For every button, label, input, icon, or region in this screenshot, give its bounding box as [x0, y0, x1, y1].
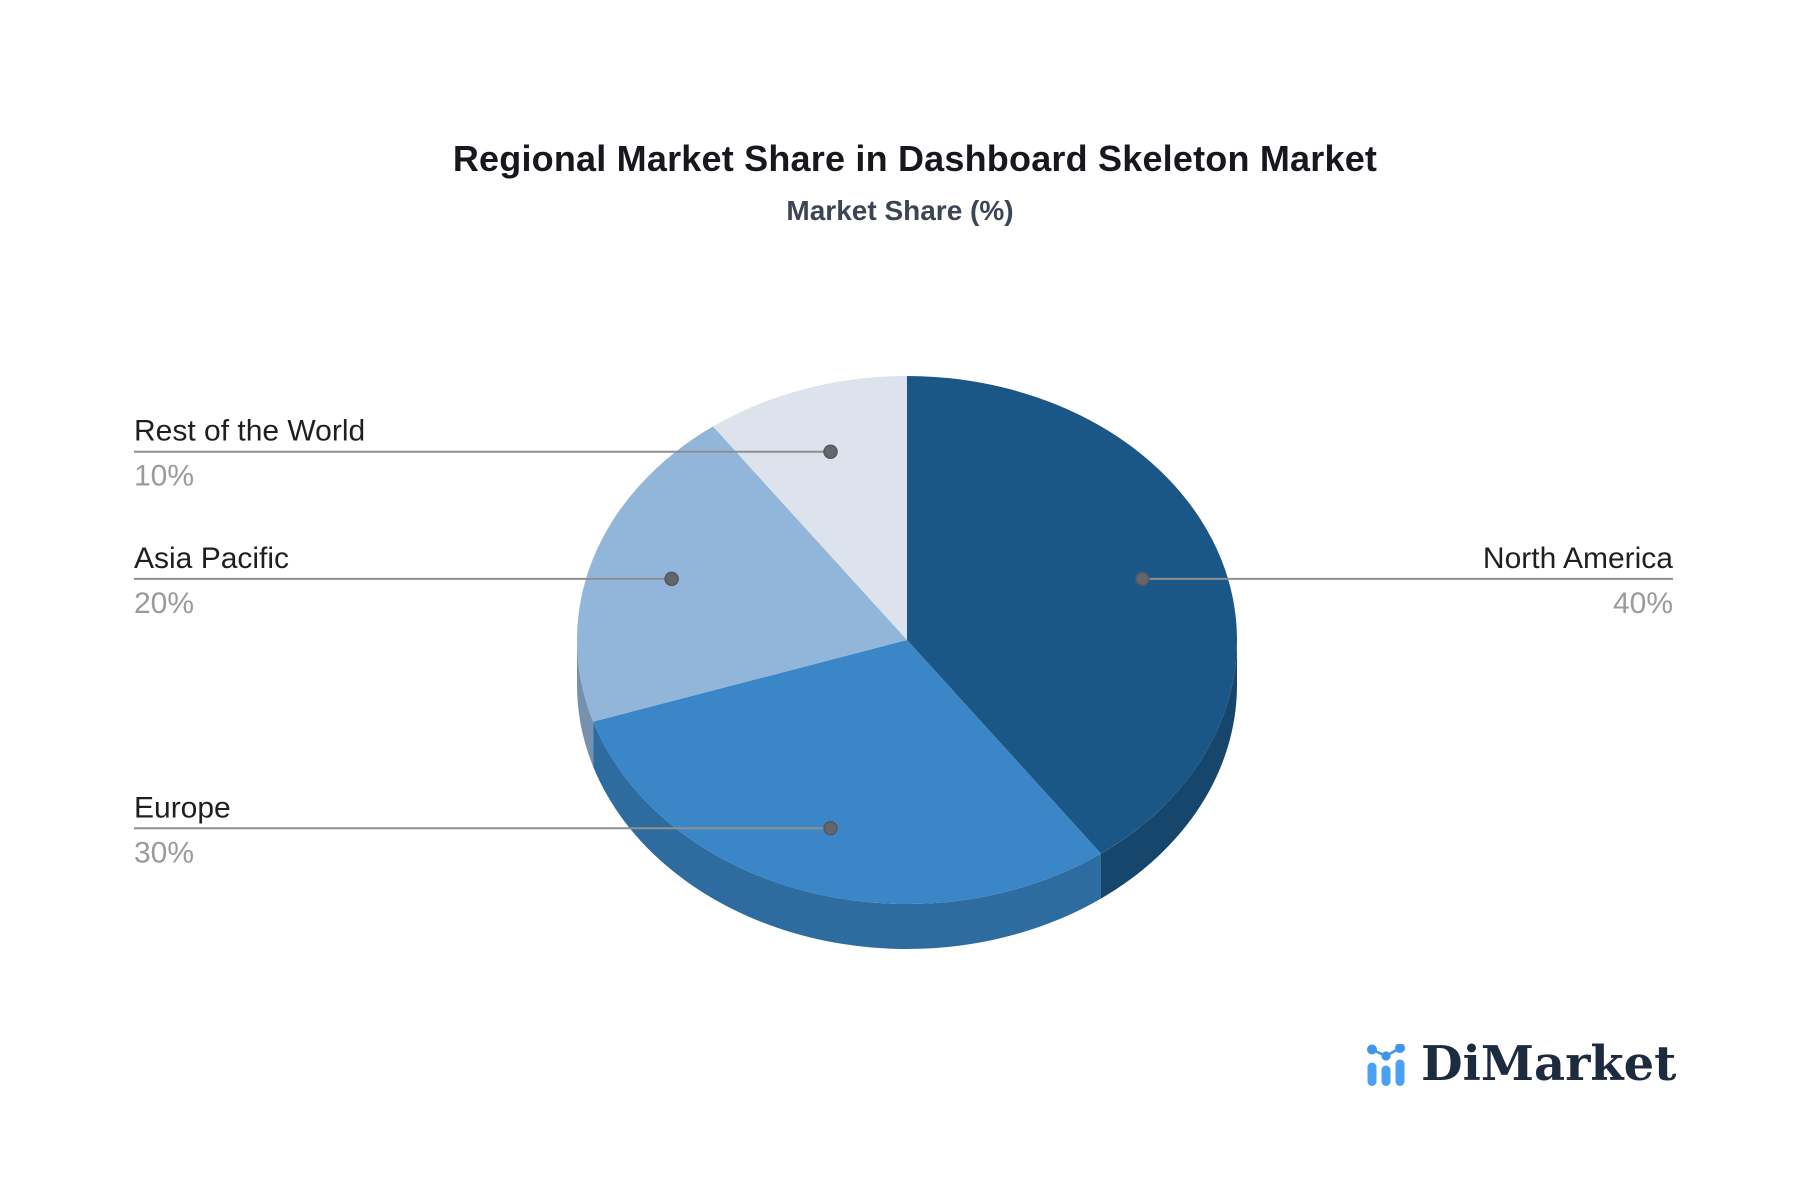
slice-name-label: Rest of the World [134, 415, 365, 448]
chart-page: Regional Market Share in Dashboard Skele… [0, 0, 1800, 1196]
slice-name-label: Asia Pacific [134, 542, 289, 575]
brand-logo: DiMarket [1367, 1040, 1676, 1088]
label-dot-europe [823, 821, 838, 836]
label-dot-rest-of-the-world [823, 444, 838, 459]
logo-dot [1367, 1044, 1377, 1055]
label-dot-asia-pacific [664, 571, 679, 587]
slice-name-label: Europe [134, 791, 231, 824]
logo-dot [1381, 1051, 1391, 1061]
logo-text: DiMarket [1421, 1036, 1677, 1092]
slice-value-label: 10% [134, 460, 194, 493]
logo-bar-middle [1381, 1065, 1391, 1086]
pie-slices [576, 376, 1238, 904]
slice-value-label: 20% [134, 587, 194, 620]
pie-chart: North America 40% Europe 30% Asia Pacific 20%… [134, 376, 1673, 949]
slice-value-label: 40% [1613, 587, 1673, 620]
logo-bar-left [1367, 1062, 1377, 1086]
slice-name-label: North America [1483, 542, 1673, 575]
slice-value-label: 30% [134, 836, 194, 869]
logo-bar-right [1395, 1059, 1405, 1086]
bar-line-chart-icon [1367, 1044, 1405, 1086]
logo-dot [1395, 1044, 1405, 1053]
label-dot-north-america [1135, 571, 1150, 587]
